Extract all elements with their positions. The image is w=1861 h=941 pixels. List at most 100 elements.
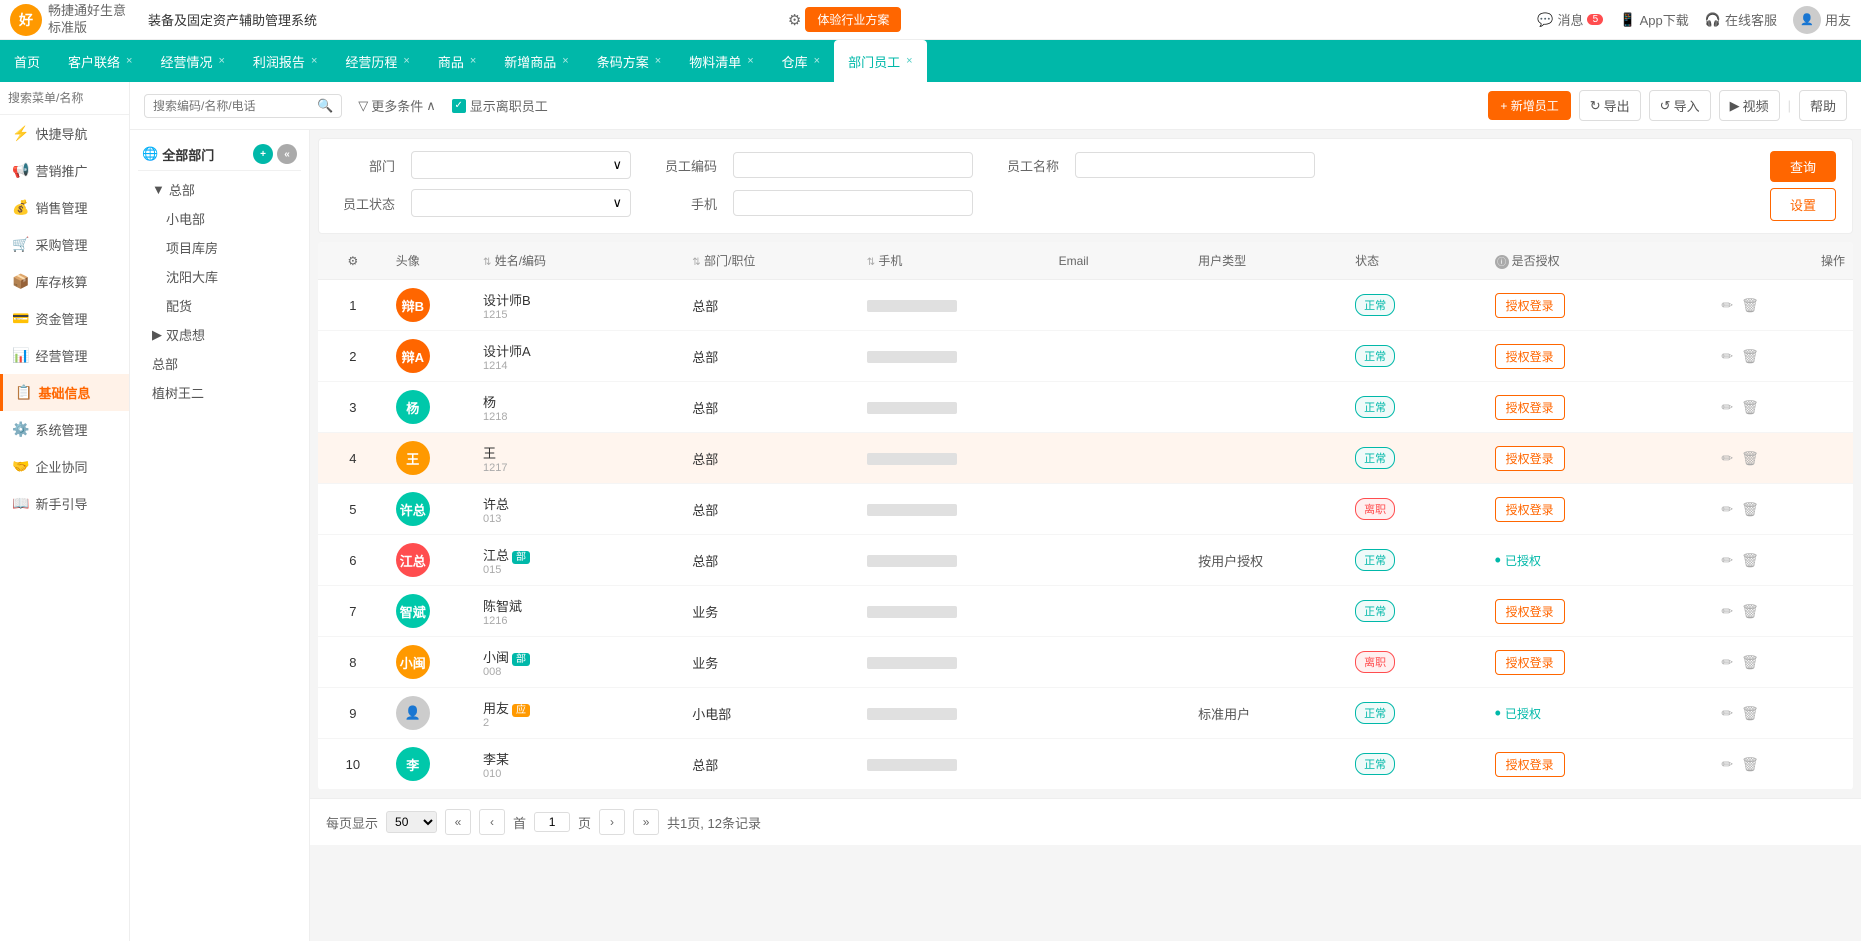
auth-login-button[interactable]: 授权登录 bbox=[1495, 293, 1565, 318]
col-phone[interactable]: ⇅ 手机 bbox=[859, 242, 1051, 280]
edit-icon[interactable]: ✏ bbox=[1721, 297, 1733, 314]
page-input[interactable] bbox=[534, 812, 570, 832]
tab-operation[interactable]: 经营情况× bbox=[146, 40, 238, 82]
edit-icon[interactable]: ✏ bbox=[1721, 756, 1733, 773]
sidebar-item-system[interactable]: ⚙️ 系统管理 bbox=[0, 411, 129, 448]
edit-icon[interactable]: ✏ bbox=[1721, 501, 1733, 518]
sort-icon[interactable]: ⇅ bbox=[867, 257, 875, 268]
delete-icon[interactable]: 🗑 bbox=[1741, 450, 1759, 467]
online-service-btn[interactable]: 🎧 在线客服 bbox=[1705, 10, 1777, 29]
close-icon[interactable]: × bbox=[906, 55, 912, 67]
sidebar-search-input[interactable] bbox=[8, 91, 130, 105]
delete-icon[interactable]: 🗑 bbox=[1741, 756, 1759, 773]
delete-icon[interactable]: 🗑 bbox=[1741, 399, 1759, 416]
tab-profit[interactable]: 利润报告× bbox=[239, 40, 331, 82]
add-employee-button[interactable]: + 新增员工 bbox=[1488, 91, 1570, 120]
close-icon[interactable]: × bbox=[218, 55, 224, 67]
user-btn[interactable]: 👤 用友 bbox=[1793, 6, 1851, 34]
dept-item-hq[interactable]: 总部 bbox=[138, 349, 301, 378]
tab-new-goods[interactable]: 新增商品× bbox=[490, 40, 582, 82]
tab-bom[interactable]: 物料清单× bbox=[675, 40, 767, 82]
close-icon[interactable]: × bbox=[814, 55, 820, 67]
phone-input[interactable] bbox=[733, 190, 973, 216]
sidebar-item-shortcuts[interactable]: ⚡ 快捷导航 bbox=[0, 115, 129, 152]
delete-icon[interactable]: 🗑 bbox=[1741, 348, 1759, 365]
edit-icon[interactable]: ✏ bbox=[1721, 450, 1733, 467]
auth-login-button[interactable]: 授权登录 bbox=[1495, 446, 1565, 471]
page-size-select[interactable]: 50 100 bbox=[386, 811, 437, 833]
edit-icon[interactable]: ✏ bbox=[1721, 552, 1733, 569]
dept-item-electronics[interactable]: 小电部 bbox=[138, 204, 301, 233]
tab-customer[interactable]: 客户联络× bbox=[54, 40, 146, 82]
dept-select[interactable]: ∨ bbox=[411, 151, 631, 179]
sidebar-item-collab[interactable]: 🤝 企业协同 bbox=[0, 448, 129, 485]
edit-icon[interactable]: ✏ bbox=[1721, 603, 1733, 620]
trial-button[interactable]: 体验行业方案 bbox=[805, 7, 901, 32]
close-icon[interactable]: × bbox=[403, 55, 409, 67]
reset-button[interactable]: 设置 bbox=[1770, 188, 1836, 221]
col-dept[interactable]: ⇅ 部门/职位 bbox=[684, 242, 858, 280]
help-button[interactable]: 帮助 bbox=[1799, 90, 1847, 121]
auth-login-button[interactable]: 授权登录 bbox=[1495, 344, 1565, 369]
export-button[interactable]: ↻ 导出 bbox=[1579, 90, 1641, 121]
show-resigned-toggle[interactable]: 显示离职员工 bbox=[452, 96, 548, 115]
col-name[interactable]: ⇅ 姓名/编码 bbox=[475, 242, 684, 280]
dept-item-project[interactable]: 项目库房 bbox=[138, 233, 301, 262]
dept-add-icon[interactable]: + bbox=[253, 144, 273, 164]
tab-employee[interactable]: 部门员工× bbox=[834, 40, 926, 82]
search-input[interactable] bbox=[153, 99, 313, 113]
tab-goods[interactable]: 商品× bbox=[424, 40, 490, 82]
settings-icon[interactable]: ⚙ bbox=[788, 11, 801, 29]
col-settings[interactable]: ⚙ bbox=[318, 242, 388, 280]
edit-icon[interactable]: ✏ bbox=[1721, 348, 1733, 365]
sidebar-item-basic[interactable]: 📋 基础信息 bbox=[0, 374, 129, 411]
dept-item-delivery[interactable]: 配货 bbox=[138, 291, 301, 320]
sidebar-item-finance[interactable]: 💳 资金管理 bbox=[0, 300, 129, 337]
query-button[interactable]: 查询 bbox=[1770, 151, 1836, 182]
import-button[interactable]: ↺ 导入 bbox=[1649, 90, 1711, 121]
tab-barcode[interactable]: 条码方案× bbox=[583, 40, 675, 82]
info-icon[interactable]: ⓘ bbox=[1495, 255, 1509, 269]
message-btn[interactable]: 💬 消息 5 bbox=[1537, 10, 1603, 29]
more-filter-btn[interactable]: ▽ 更多条件 ∧ bbox=[350, 92, 444, 119]
prev-page-btn[interactable]: ‹ bbox=[479, 809, 505, 835]
close-icon[interactable]: × bbox=[470, 55, 476, 67]
delete-icon[interactable]: 🗑 bbox=[1741, 603, 1759, 620]
tab-warehouse[interactable]: 仓库× bbox=[768, 40, 834, 82]
close-icon[interactable]: × bbox=[311, 55, 317, 67]
video-button[interactable]: ▶ 视频 bbox=[1719, 90, 1780, 121]
dept-item-headquarter-parent[interactable]: ▼ 总部 bbox=[138, 175, 301, 204]
emp-status-select[interactable]: ∨ bbox=[411, 189, 631, 217]
sort-icon[interactable]: ⇅ bbox=[692, 257, 700, 268]
last-page-btn[interactable]: » bbox=[633, 809, 659, 835]
delete-icon[interactable]: 🗑 bbox=[1741, 501, 1759, 518]
edit-icon[interactable]: ✏ bbox=[1721, 399, 1733, 416]
emp-code-input[interactable] bbox=[733, 152, 973, 178]
first-page-btn[interactable]: « bbox=[445, 809, 471, 835]
edit-icon[interactable]: ✏ bbox=[1721, 654, 1733, 671]
next-page-btn[interactable]: › bbox=[599, 809, 625, 835]
dept-item-tree-king[interactable]: 植树王二 bbox=[138, 378, 301, 407]
tab-home[interactable]: 首页 bbox=[0, 40, 54, 82]
sidebar-item-inventory[interactable]: 📦 库存核算 bbox=[0, 263, 129, 300]
delete-icon[interactable]: 🗑 bbox=[1741, 552, 1759, 569]
sidebar-item-guide[interactable]: 📖 新手引导 bbox=[0, 485, 129, 522]
auth-login-button[interactable]: 授权登录 bbox=[1495, 497, 1565, 522]
close-icon[interactable]: × bbox=[562, 55, 568, 67]
auth-login-button[interactable]: 授权登录 bbox=[1495, 752, 1565, 777]
sidebar-item-purchase[interactable]: 🛒 采购管理 bbox=[0, 226, 129, 263]
tab-history[interactable]: 经营历程× bbox=[331, 40, 423, 82]
app-download-btn[interactable]: 📱 App下载 bbox=[1619, 10, 1688, 29]
sidebar-item-sales[interactable]: 💰 销售管理 bbox=[0, 189, 129, 226]
dept-item-shenyang[interactable]: 沈阳大库 bbox=[138, 262, 301, 291]
close-icon[interactable]: × bbox=[747, 55, 753, 67]
edit-icon[interactable]: ✏ bbox=[1721, 705, 1733, 722]
auth-login-button[interactable]: 授权登录 bbox=[1495, 650, 1565, 675]
sidebar-item-operation[interactable]: 📊 经营管理 bbox=[0, 337, 129, 374]
close-icon[interactable]: × bbox=[126, 55, 132, 67]
sort-icon[interactable]: ⇅ bbox=[483, 257, 491, 268]
delete-icon[interactable]: 🗑 bbox=[1741, 705, 1759, 722]
delete-icon[interactable]: 🗑 bbox=[1741, 654, 1759, 671]
close-icon[interactable]: × bbox=[655, 55, 661, 67]
dept-item-shuanglv[interactable]: ▶ 双虑想 bbox=[138, 320, 301, 349]
